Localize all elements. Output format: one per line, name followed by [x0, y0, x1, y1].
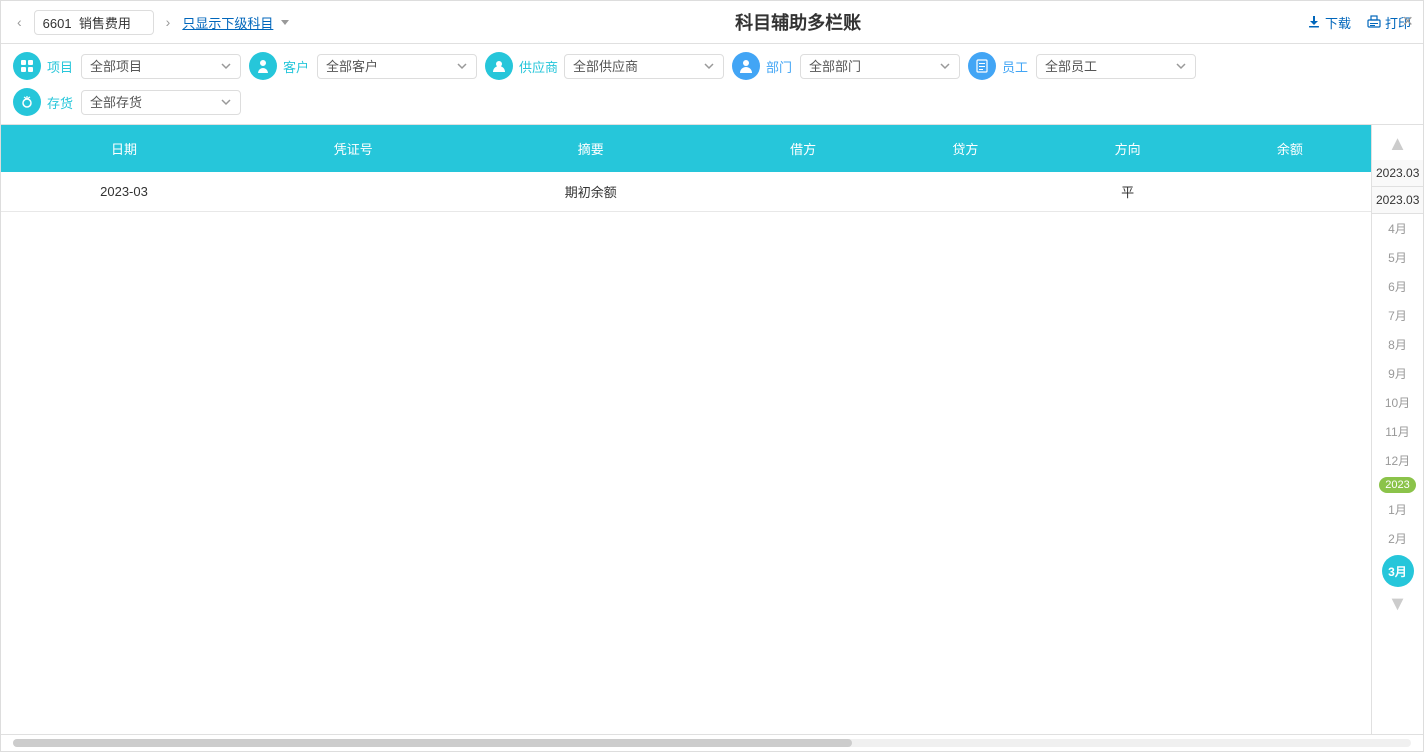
project-icon — [13, 52, 41, 80]
department-filter: 部门 全部部门 — [732, 52, 960, 80]
sidebar-month-2[interactable]: 2月 — [1372, 524, 1423, 553]
action-buttons: 下载 打印 — [1307, 13, 1411, 32]
col-summary: 摘要 — [459, 125, 722, 172]
show-sub-button[interactable]: 只显示下级科目 — [182, 13, 289, 32]
table-area[interactable]: 日期 凭证号 摘要 借方 贷方 方向 余额 2023-03 期初余额 平 — [1, 125, 1371, 734]
supplier-filter: 供应商 全部供应商 — [485, 52, 724, 80]
department-label: 部门 — [766, 57, 794, 76]
table-row[interactable]: 2023-03 期初余额 平 — [1, 172, 1371, 212]
employee-label: 员工 — [1002, 57, 1030, 76]
cell-debit — [722, 172, 884, 212]
sidebar-month-9[interactable]: 9月 — [1372, 359, 1423, 388]
col-debit: 借方 — [722, 125, 884, 172]
chevron-down-icon — [281, 20, 289, 25]
sidebar-month-5[interactable]: 5月 — [1372, 243, 1423, 272]
col-credit: 贷方 — [884, 125, 1046, 172]
col-voucher: 凭证号 — [247, 125, 459, 172]
cell-credit — [884, 172, 1046, 212]
prev-account-btn[interactable]: ‹ — [13, 12, 26, 32]
employee-icon — [968, 52, 996, 80]
download-button[interactable]: 下载 — [1307, 13, 1351, 32]
account-input[interactable] — [34, 10, 154, 35]
cell-balance — [1209, 172, 1371, 212]
scrollbar-track[interactable] — [13, 739, 1411, 747]
right-sidebar: ▲ 2023.03 2023.03 4月 5月 6月 7月 8月 9月 10月 … — [1371, 125, 1423, 734]
sidebar-month-8[interactable]: 8月 — [1372, 330, 1423, 359]
sidebar-month-1[interactable]: 1月 — [1372, 495, 1423, 524]
sidebar-down-nav[interactable]: ▼ — [1384, 589, 1412, 620]
cell-direction: 平 — [1046, 172, 1208, 212]
col-date: 日期 — [1, 125, 247, 172]
sidebar-month-6[interactable]: 6月 — [1372, 272, 1423, 301]
department-select[interactable]: 全部部门 — [800, 54, 960, 79]
col-direction: 方向 — [1046, 125, 1208, 172]
print-icon — [1367, 15, 1381, 29]
scrollbar-thumb[interactable] — [13, 739, 852, 747]
sidebar-month-7[interactable]: 7月 — [1372, 301, 1423, 330]
project-select[interactable]: 全部项目 — [81, 54, 241, 79]
sidebar-month-11[interactable]: 11月 — [1372, 417, 1423, 446]
project-label: 项目 — [47, 57, 75, 76]
project-filter: 项目 全部项目 — [13, 52, 241, 80]
main-window: ‹ › 只显示下级科目 科目辅助多栏账 下载 打印 × 项目 — [0, 0, 1424, 752]
sidebar-period-2[interactable]: 2023.03 — [1372, 187, 1423, 214]
data-table: 日期 凭证号 摘要 借方 贷方 方向 余额 2023-03 期初余额 平 — [1, 125, 1371, 212]
cell-date: 2023-03 — [1, 172, 247, 212]
supplier-select[interactable]: 全部供应商 — [564, 54, 724, 79]
supplier-icon — [485, 52, 513, 80]
cell-voucher — [247, 172, 459, 212]
inventory-select[interactable]: 全部存货 — [81, 90, 241, 115]
customer-select[interactable]: 全部客户 — [317, 54, 477, 79]
sidebar-period-1[interactable]: 2023.03 — [1372, 160, 1423, 187]
next-account-btn[interactable]: › — [162, 12, 175, 32]
col-balance: 余额 — [1209, 125, 1371, 172]
customer-filter: 客户 全部客户 — [249, 52, 477, 80]
customer-label: 客户 — [283, 57, 311, 76]
supplier-label: 供应商 — [519, 57, 558, 76]
sidebar-month-3-active[interactable]: 3月 — [1382, 555, 1414, 587]
top-bar: ‹ › 只显示下级科目 科目辅助多栏账 下载 打印 × — [1, 1, 1423, 44]
table-header-row: 日期 凭证号 摘要 借方 贷方 方向 余额 — [1, 125, 1371, 172]
sidebar-month-10[interactable]: 10月 — [1372, 388, 1423, 417]
show-sub-label: 只显示下级科目 — [182, 13, 273, 32]
employee-filter: 员工 全部员工 — [968, 52, 1196, 80]
page-title: 科目辅助多栏账 — [297, 9, 1299, 35]
inventory-label: 存货 — [47, 93, 75, 112]
bottom-scrollbar-area — [1, 734, 1423, 751]
filter-area: 项目 全部项目 客户 全部客户 供应商 全部供应商 — [1, 44, 1423, 125]
cell-summary: 期初余额 — [459, 172, 722, 212]
sidebar-up-nav[interactable]: ▲ — [1384, 129, 1412, 160]
department-icon — [732, 52, 760, 80]
main-area: 日期 凭证号 摘要 借方 贷方 方向 余额 2023-03 期初余额 平 ▲ — [1, 125, 1423, 734]
download-icon — [1307, 15, 1321, 29]
sidebar-month-4[interactable]: 4月 — [1372, 214, 1423, 243]
employee-select[interactable]: 全部员工 — [1036, 54, 1196, 79]
close-button[interactable]: × — [1402, 11, 1413, 32]
inventory-filter: 存货 全部存货 — [13, 88, 241, 116]
inventory-icon — [13, 88, 41, 116]
customer-icon — [249, 52, 277, 80]
year-badge-2023[interactable]: 2023 — [1379, 477, 1415, 493]
sidebar-month-12[interactable]: 12月 — [1372, 446, 1423, 475]
